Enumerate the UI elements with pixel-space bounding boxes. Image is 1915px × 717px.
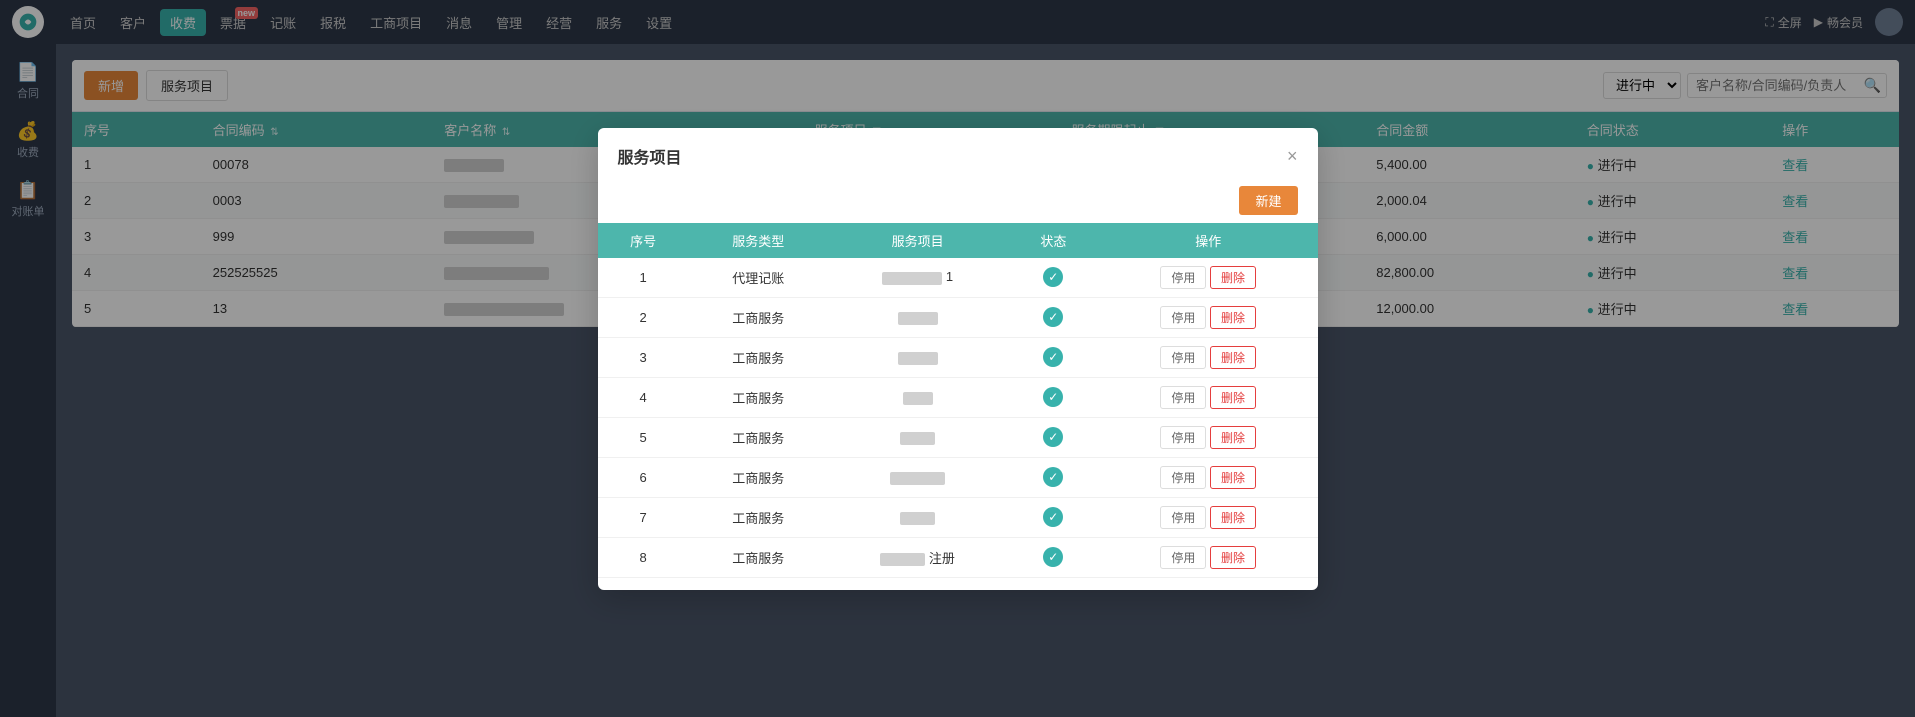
modal-cell-item: 1	[828, 258, 1008, 298]
delete-button[interactable]: 删除	[1210, 426, 1256, 449]
modal-cell-status: ✓	[1008, 537, 1099, 577]
modal-title: 服务项目	[618, 144, 682, 168]
modal-toolbar: 新建	[598, 178, 1318, 223]
modal-cell-seq: 4	[598, 377, 689, 417]
modal-cell-item	[828, 297, 1008, 337]
modal-body: 序号 服务类型 服务项目 状态 操作 1 代理记账 1 ✓	[598, 223, 1318, 590]
stop-button[interactable]: 停用	[1160, 266, 1206, 289]
delete-button[interactable]: 删除	[1210, 546, 1256, 569]
service-modal: 服务项目 × 新建 序号 服务类型 服务项目 状态 操作 1	[598, 128, 1318, 590]
modal-cell-type: 工商服务	[689, 457, 828, 497]
modal-cell-actions: 停用 删除	[1099, 497, 1318, 537]
status-check-icon: ✓	[1043, 427, 1063, 447]
modal-cell-actions: 停用 删除	[1099, 457, 1318, 497]
status-check-icon: ✓	[1043, 387, 1063, 407]
modal-cell-item	[828, 457, 1008, 497]
stop-button[interactable]: 停用	[1160, 466, 1206, 489]
list-item: 8 工商服务 注册 ✓ 停用 删除	[598, 537, 1318, 577]
delete-button[interactable]: 删除	[1210, 506, 1256, 529]
status-check-icon: ✓	[1043, 547, 1063, 567]
modal-cell-item	[828, 417, 1008, 457]
modal-header: 服务项目 ×	[598, 128, 1318, 178]
modal-cell-actions: 停用 删除	[1099, 377, 1318, 417]
modal-cell-status: ✓	[1008, 337, 1099, 377]
modal-cell-item	[828, 337, 1008, 377]
modal-overlay[interactable]: 服务项目 × 新建 序号 服务类型 服务项目 状态 操作 1	[0, 0, 1915, 717]
modal-col-item: 服务项目	[828, 223, 1008, 258]
modal-cell-status: ✓	[1008, 377, 1099, 417]
delete-button[interactable]: 删除	[1210, 306, 1256, 329]
modal-cell-item	[828, 377, 1008, 417]
status-check-icon: ✓	[1043, 307, 1063, 327]
modal-col-seq: 序号	[598, 223, 689, 258]
modal-cell-seq: 8	[598, 537, 689, 577]
modal-cell-type: 工商服务	[689, 537, 828, 577]
list-item: 4 工商服务 ✓ 停用 删除	[598, 377, 1318, 417]
modal-header-row: 序号 服务类型 服务项目 状态 操作	[598, 223, 1318, 258]
modal-cell-status: ✓	[1008, 417, 1099, 457]
modal-cell-type: 代理记账	[689, 258, 828, 298]
stop-button[interactable]: 停用	[1160, 346, 1206, 369]
stop-button[interactable]: 停用	[1160, 306, 1206, 329]
modal-cell-item: 注册	[828, 537, 1008, 577]
modal-col-type: 服务类型	[689, 223, 828, 258]
stop-button[interactable]: 停用	[1160, 546, 1206, 569]
list-item: 5 工商服务 ✓ 停用 删除	[598, 417, 1318, 457]
modal-cell-status: ✓	[1008, 457, 1099, 497]
modal-cell-actions: 停用 删除	[1099, 537, 1318, 577]
list-item: 2 工商服务 ✓ 停用 删除	[598, 297, 1318, 337]
modal-cell-status: ✓	[1008, 497, 1099, 537]
list-item: 7 工商服务 ✓ 停用 删除	[598, 497, 1318, 537]
modal-cell-seq: 5	[598, 417, 689, 457]
modal-col-status: 状态	[1008, 223, 1099, 258]
modal-cell-seq: 6	[598, 457, 689, 497]
stop-button[interactable]: 停用	[1160, 506, 1206, 529]
modal-cell-type: 工商服务	[689, 497, 828, 537]
modal-cell-item	[828, 497, 1008, 537]
modal-cell-type: 工商服务	[689, 377, 828, 417]
modal-cell-type: 工商服务	[689, 417, 828, 457]
delete-button[interactable]: 删除	[1210, 346, 1256, 369]
delete-button[interactable]: 删除	[1210, 266, 1256, 289]
modal-cell-seq: 2	[598, 297, 689, 337]
list-item: 6 工商服务 ✓ 停用 删除	[598, 457, 1318, 497]
modal-cell-status: ✓	[1008, 297, 1099, 337]
modal-cell-type: 工商服务	[689, 297, 828, 337]
status-check-icon: ✓	[1043, 467, 1063, 487]
modal-cell-actions: 停用 删除	[1099, 297, 1318, 337]
delete-button[interactable]: 删除	[1210, 466, 1256, 489]
modal-cell-type: 工商服务	[689, 337, 828, 377]
modal-cell-actions: 停用 删除	[1099, 258, 1318, 298]
status-check-icon: ✓	[1043, 507, 1063, 527]
list-item: 3 工商服务 ✓ 停用 删除	[598, 337, 1318, 377]
modal-cell-seq: 1	[598, 258, 689, 298]
status-check-icon: ✓	[1043, 347, 1063, 367]
modal-close-button[interactable]: ×	[1287, 147, 1298, 165]
modal-cell-actions: 停用 删除	[1099, 417, 1318, 457]
modal-cell-status: ✓	[1008, 258, 1099, 298]
list-item: 1 代理记账 1 ✓ 停用 删除	[598, 258, 1318, 298]
delete-button[interactable]: 删除	[1210, 386, 1256, 409]
modal-table: 序号 服务类型 服务项目 状态 操作 1 代理记账 1 ✓	[598, 223, 1318, 578]
status-check-icon: ✓	[1043, 267, 1063, 287]
stop-button[interactable]: 停用	[1160, 426, 1206, 449]
stop-button[interactable]: 停用	[1160, 386, 1206, 409]
modal-cell-seq: 3	[598, 337, 689, 377]
modal-cell-actions: 停用 删除	[1099, 337, 1318, 377]
modal-new-button[interactable]: 新建	[1239, 186, 1297, 215]
modal-col-action: 操作	[1099, 223, 1318, 258]
modal-cell-seq: 7	[598, 497, 689, 537]
